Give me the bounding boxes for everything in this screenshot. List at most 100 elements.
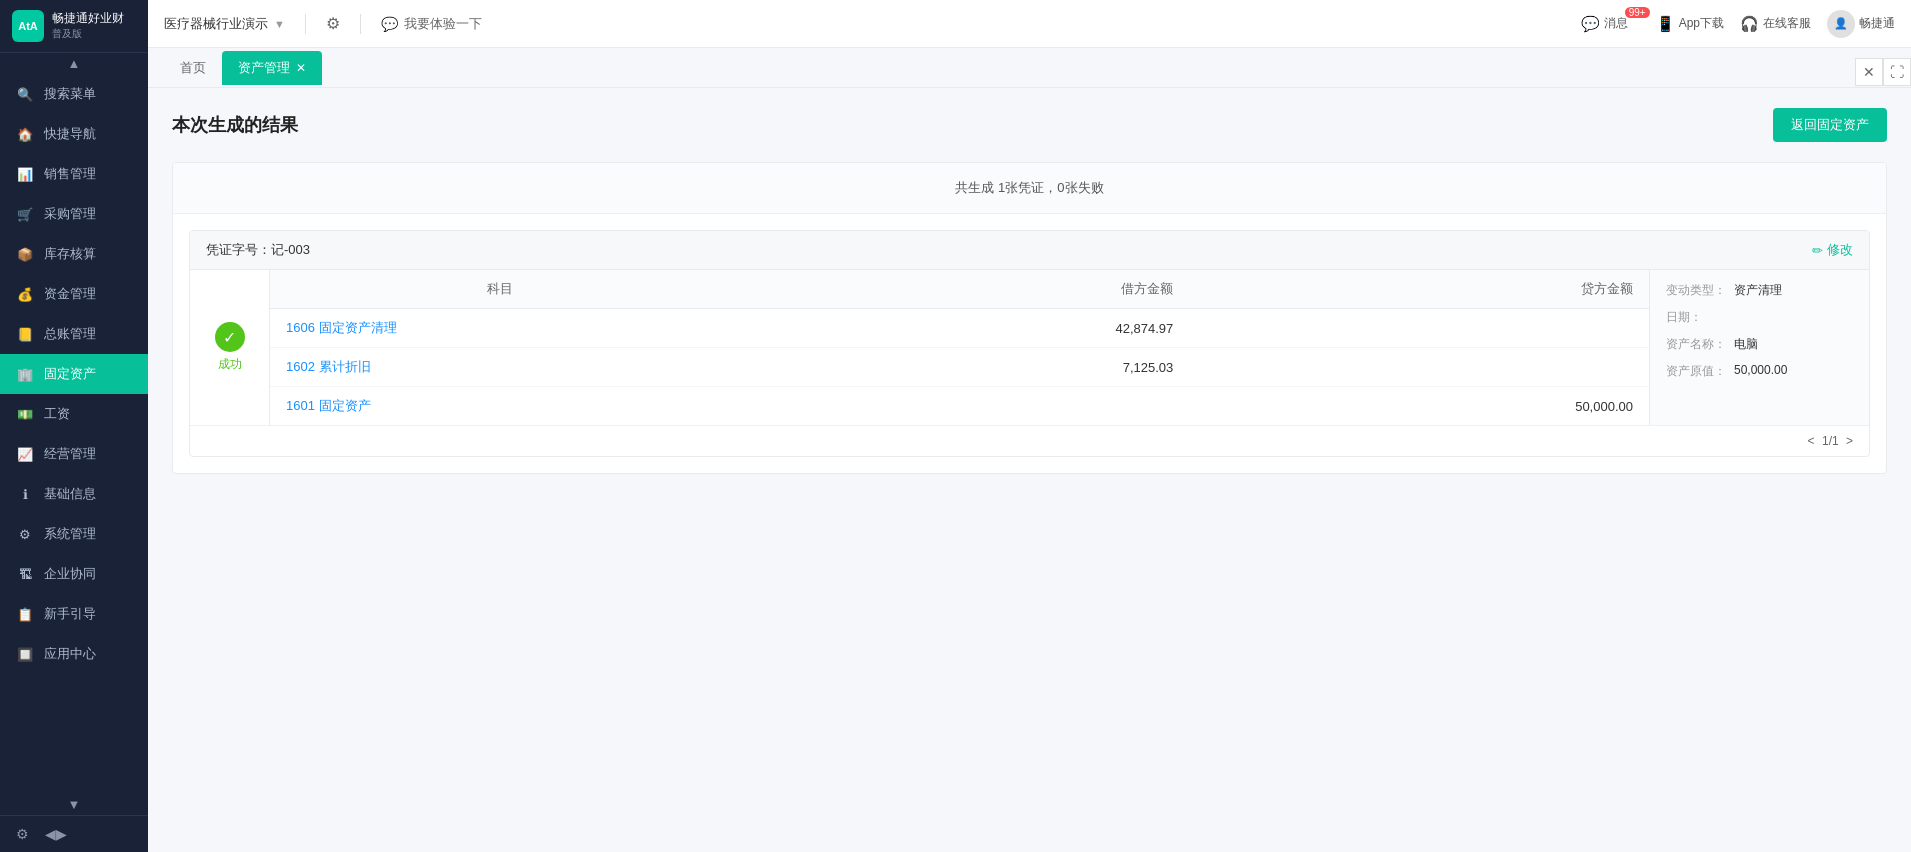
app-download-label: App下载 (1679, 15, 1724, 32)
sidebar-item-label: 应用中心 (44, 645, 96, 663)
sidebar-item-label: 企业协同 (44, 565, 96, 583)
home-icon: 🏠 (16, 125, 34, 143)
sidebar-item-ledger[interactable]: 📒 总账管理 (0, 314, 148, 354)
experience-btn[interactable]: 💬 我要体验一下 (381, 15, 482, 33)
pagination-next[interactable]: > (1846, 434, 1853, 448)
asset-name-value: 电脑 (1734, 336, 1758, 353)
edit-icon: ✏ (1812, 243, 1823, 258)
sidebar-item-salary[interactable]: 💵 工资 (0, 394, 148, 434)
asset-value-value: 50,000.00 (1734, 363, 1787, 380)
sidebar-item-label: 基础信息 (44, 485, 96, 503)
sidebar-item-app-center[interactable]: 🔲 应用中心 (0, 634, 148, 674)
row-debit-3 (730, 387, 1190, 426)
company-selector[interactable]: 医疗器械行业演示 ▼ (164, 15, 285, 33)
notifications-label: 消息 (1604, 15, 1628, 32)
operations-icon: 📈 (16, 445, 34, 463)
sidebar-item-quick-nav[interactable]: 🏠 快捷导航 (0, 114, 148, 154)
voucher-block: 凭证字号：记-003 ✏ 修改 ✓ 成功 (189, 230, 1870, 457)
sidebar-item-label: 快捷导航 (44, 125, 96, 143)
col-header-subject: 科目 (270, 270, 730, 309)
sidebar-item-label: 总账管理 (44, 325, 96, 343)
summary-text: 共生成 1张凭证，0张失败 (955, 180, 1103, 195)
guide-icon: 📋 (16, 605, 34, 623)
company-dropdown-icon: ▼ (274, 18, 285, 30)
topbar-divider-1 (305, 14, 306, 34)
topbar: 医疗器械行业演示 ▼ ⚙ 💬 我要体验一下 💬 消息 99+ 📱 App下载 🎧… (148, 0, 1911, 48)
main-area: 医疗器械行业演示 ▼ ⚙ 💬 我要体验一下 💬 消息 99+ 📱 App下载 🎧… (148, 0, 1911, 852)
table-row: 1606 固定资产清理 42,874.97 (270, 309, 1649, 348)
subject-link-2[interactable]: 1602 累计折旧 (286, 359, 371, 374)
mobile-icon: 📱 (1656, 15, 1675, 33)
tab-home[interactable]: 首页 (164, 51, 222, 85)
finance-icon: 💰 (16, 285, 34, 303)
sidebar-item-fixed-assets[interactable]: 🏢 固定资产 (0, 354, 148, 394)
topbar-right: 💬 消息 99+ 📱 App下载 🎧 在线客服 👤 畅捷通 (1581, 10, 1895, 38)
settings-gear-icon[interactable]: ⚙ (326, 14, 340, 33)
panel-close-btn[interactable]: ✕ (1855, 58, 1883, 86)
sidebar-item-label: 库存核算 (44, 245, 96, 263)
user-profile[interactable]: 👤 畅捷通 (1827, 10, 1895, 38)
sidebar-item-system[interactable]: ⚙ 系统管理 (0, 514, 148, 554)
panel-expand-btn[interactable]: ⛶ (1883, 58, 1911, 86)
sidebar-item-label: 新手引导 (44, 605, 96, 623)
app-download-btn[interactable]: 📱 App下载 (1656, 15, 1724, 33)
voucher-body: ✓ 成功 科目 借方金额 贷方金额 (190, 270, 1869, 425)
voucher-number: 凭证字号：记-003 (206, 241, 310, 259)
row-credit-3: 50,000.00 (1189, 387, 1649, 426)
content-area: 本次生成的结果 返回固定资产 共生成 1张凭证，0张失败 凭证字号：记-003 … (148, 88, 1911, 852)
experience-icon: 💬 (381, 16, 398, 32)
change-type-value: 资产清理 (1734, 282, 1782, 299)
ledger-icon: 📒 (16, 325, 34, 343)
side-row-change-type: 变动类型： 资产清理 (1666, 282, 1853, 299)
avatar: 👤 (1827, 10, 1855, 38)
subject-link-1[interactable]: 1606 固定资产清理 (286, 320, 397, 335)
tab-close-icon[interactable]: ✕ (296, 61, 306, 75)
inventory-icon: 📦 (16, 245, 34, 263)
row-credit-2 (1189, 348, 1649, 387)
sidebar-item-guide[interactable]: 📋 新手引导 (0, 594, 148, 634)
sidebar: AtA 畅捷通好业财 普及版 ▲ 🔍 搜索菜单 🏠 快捷导航 📊 销售管理 🛒 … (0, 0, 148, 852)
voucher-status-col: ✓ 成功 (190, 270, 270, 425)
sidebar-scroll-up[interactable]: ▲ (0, 53, 148, 74)
sidebar-item-finance[interactable]: 💰 资金管理 (0, 274, 148, 314)
table-row: 1602 累计折旧 7,125.03 (270, 348, 1649, 387)
sidebar-item-label: 采购管理 (44, 205, 96, 223)
pagination-info: 1/1 (1822, 434, 1839, 448)
sidebar-item-operations[interactable]: 📈 经营管理 (0, 434, 148, 474)
side-row-date: 日期： (1666, 309, 1853, 326)
row-credit-1 (1189, 309, 1649, 348)
return-fixed-assets-button[interactable]: 返回固定资产 (1773, 108, 1887, 142)
row-subject-1: 1606 固定资产清理 (270, 309, 730, 348)
date-label: 日期： (1666, 309, 1726, 326)
online-service-label: 在线客服 (1763, 15, 1811, 32)
app-center-icon: 🔲 (16, 645, 34, 663)
online-service-btn[interactable]: 🎧 在线客服 (1740, 15, 1811, 33)
tab-asset-mgmt[interactable]: 资产管理 ✕ (222, 51, 322, 85)
row-subject-3: 1601 固定资产 (270, 387, 730, 426)
system-icon: ⚙ (16, 525, 34, 543)
edit-voucher-button[interactable]: ✏ 修改 (1812, 241, 1853, 259)
voucher-header: 凭证字号：记-003 ✏ 修改 (190, 231, 1869, 270)
message-icon: 💬 (1581, 15, 1600, 33)
sidebar-scroll-down[interactable]: ▼ (0, 794, 148, 815)
table-row: 1601 固定资产 50,000.00 (270, 387, 1649, 426)
sidebar-item-sales[interactable]: 📊 销售管理 (0, 154, 148, 194)
voucher-table-area: 科目 借方金额 贷方金额 1606 固定资产清理 (270, 270, 1649, 425)
tabs-bar: 首页 资产管理 ✕ (148, 48, 1911, 88)
col-header-debit: 借方金额 (730, 270, 1190, 309)
col-header-credit: 贷方金额 (1189, 270, 1649, 309)
collapse-icon[interactable]: ◀▶ (45, 826, 67, 842)
sidebar-item-inventory[interactable]: 📦 库存核算 (0, 234, 148, 274)
pagination-prev[interactable]: < (1808, 434, 1815, 448)
result-panel: 共生成 1张凭证，0张失败 凭证字号：记-003 ✏ 修改 ✓ (172, 162, 1887, 474)
sidebar-logo: AtA 畅捷通好业财 普及版 (0, 0, 148, 53)
sidebar-item-enterprise[interactable]: 🏗 企业协同 (0, 554, 148, 594)
asset-name-label: 资产名称： (1666, 336, 1726, 353)
settings-icon[interactable]: ⚙ (16, 826, 29, 842)
app-edition: 普及版 (52, 27, 124, 41)
sidebar-item-search[interactable]: 🔍 搜索菜单 (0, 74, 148, 114)
subject-link-3[interactable]: 1601 固定资产 (286, 398, 371, 413)
sidebar-item-purchase[interactable]: 🛒 采购管理 (0, 194, 148, 234)
notifications-btn[interactable]: 💬 消息 99+ (1581, 15, 1640, 33)
sidebar-item-basic-info[interactable]: ℹ 基础信息 (0, 474, 148, 514)
